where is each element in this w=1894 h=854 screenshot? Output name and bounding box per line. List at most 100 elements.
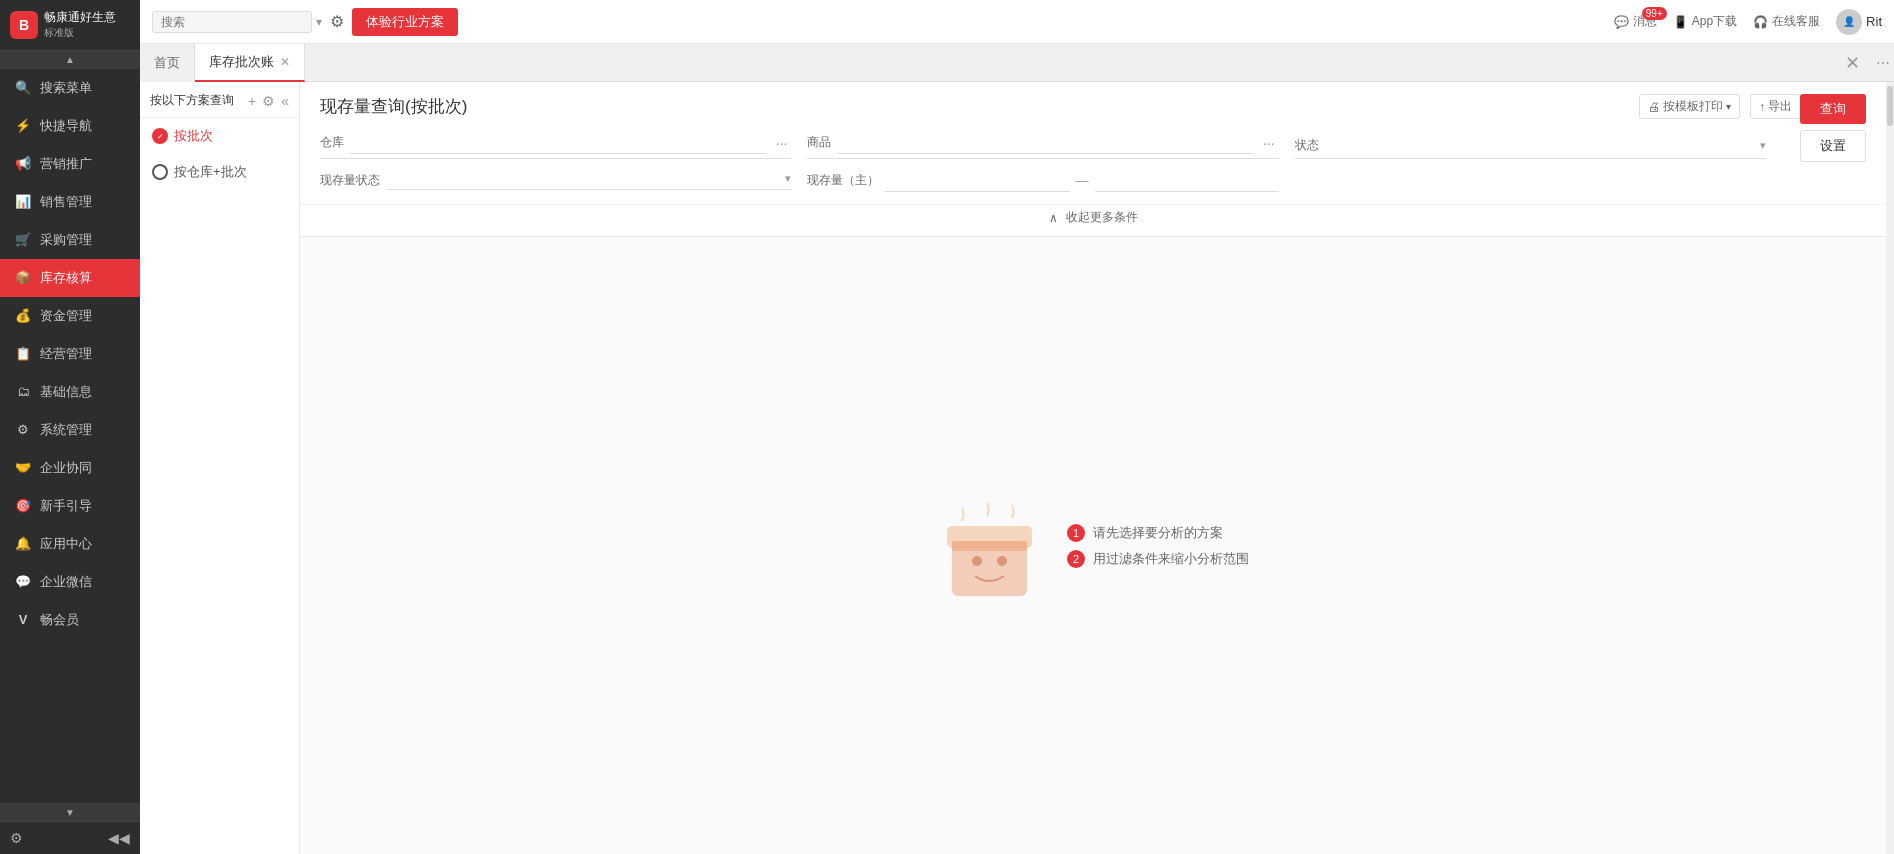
topbar-search: ▾ xyxy=(152,11,322,33)
user-area[interactable]: 👤 Rit xyxy=(1836,9,1882,35)
sidebar-footer: ⚙ ◀◀ xyxy=(0,821,140,854)
left-panel-title: 按以下方案查询 xyxy=(150,92,234,109)
app-logo: B xyxy=(10,11,38,39)
print-btn[interactable]: 🖨 按模板打印 ▾ xyxy=(1639,94,1740,119)
sidebar-item-inventory[interactable]: 📦 库存核算 xyxy=(0,259,140,297)
sidebar-header: B 畅康通好生意 标准版 xyxy=(0,0,140,51)
sidebar-item-collab[interactable]: 🤝 企业协同 xyxy=(0,449,140,487)
settings-btn[interactable]: 设置 xyxy=(1800,130,1866,162)
product-input[interactable] xyxy=(837,131,1253,154)
collab-icon: 🤝 xyxy=(14,459,32,477)
topbar-gear-btn[interactable]: ⚙ xyxy=(330,12,344,31)
left-panel-actions: + ⚙ « xyxy=(248,93,289,109)
left-panel-header: 按以下方案查询 + ⚙ « xyxy=(140,82,299,118)
tab-home-label: 首页 xyxy=(154,54,180,72)
sidebar-item-operations[interactable]: 📋 经营管理 xyxy=(0,335,140,373)
inventory-qty-label: 现存量（主） xyxy=(807,172,879,189)
settings-icon[interactable]: ⚙ xyxy=(10,830,23,846)
sidebar-item-label: 搜索菜单 xyxy=(40,79,92,97)
add-scheme-btn[interactable]: + xyxy=(248,93,256,109)
empty-illustration xyxy=(937,496,1037,596)
sidebar-item-guide[interactable]: 🎯 新手引导 xyxy=(0,487,140,525)
sidebar-item-label: 经营管理 xyxy=(40,345,92,363)
page-expand-btn[interactable]: ⋯ xyxy=(1872,55,1894,71)
sidebar-item-finance[interactable]: 💰 资金管理 xyxy=(0,297,140,335)
sidebar-scroll-down[interactable]: ▼ xyxy=(0,803,140,821)
online-service-btn[interactable]: 🎧 在线客服 xyxy=(1753,13,1820,30)
print-icon: 🖨 xyxy=(1648,100,1660,114)
sidebar-item-base-info[interactable]: 🗂 基础信息 xyxy=(0,373,140,411)
sidebar: B 畅康通好生意 标准版 ▲ 🔍 搜索菜单 ⚡ 快捷导航 📢 营销推广 📊 销售… xyxy=(0,0,140,854)
search-input[interactable] xyxy=(152,11,312,33)
system-icon: ⚙ xyxy=(14,421,32,439)
scheme-item-warehouse-batch[interactable]: 按仓库+批次 xyxy=(140,154,299,190)
scheme-item-batch[interactable]: ✓ 按批次 xyxy=(140,118,299,154)
phone-icon: 📱 xyxy=(1673,15,1688,29)
app-info: 畅康通好生意 标准版 xyxy=(44,10,116,40)
collapse-icon: ∧ xyxy=(1049,211,1058,225)
service-icon: 🎧 xyxy=(1753,15,1768,29)
online-service-label: 在线客服 xyxy=(1772,13,1820,30)
warehouse-dots-btn[interactable]: ··· xyxy=(772,135,792,151)
sidebar-item-label: 采购管理 xyxy=(40,231,92,249)
trial-btn[interactable]: 体验行业方案 xyxy=(352,8,458,36)
export-btn[interactable]: ↑ 导出 xyxy=(1750,94,1801,119)
svg-point-4 xyxy=(997,556,1007,566)
sidebar-item-label: 库存核算 xyxy=(40,269,92,287)
status-label: 状态 xyxy=(1295,137,1319,154)
page-title: 现存量查询(按批次) xyxy=(320,95,467,118)
message-icon: 💬 xyxy=(1614,15,1629,29)
sidebar-item-membership[interactable]: V 畅会员 xyxy=(0,601,140,639)
action-buttons: 查询 设置 xyxy=(1800,94,1866,162)
tab-inventory-batch[interactable]: 库存批次账 ✕ xyxy=(195,44,305,82)
sidebar-item-label: 资金管理 xyxy=(40,307,92,325)
app-company: 畅康通好生意 xyxy=(44,10,116,26)
query-btn[interactable]: 查询 xyxy=(1800,94,1866,124)
sidebar-item-label: 系统管理 xyxy=(40,421,92,439)
tab-close-btn[interactable]: ✕ xyxy=(280,56,290,68)
empty-hint-1: 1 请先选择要分析的方案 xyxy=(1067,524,1249,542)
guide-icon: 🎯 xyxy=(14,497,32,515)
product-dots-btn[interactable]: ··· xyxy=(1259,135,1279,151)
sidebar-item-label: 基础信息 xyxy=(40,383,92,401)
sidebar-item-search[interactable]: 🔍 搜索菜单 xyxy=(0,69,140,107)
inventory-qty-max-input[interactable] xyxy=(1095,169,1279,192)
scheme-dot-batch: ✓ xyxy=(152,128,168,144)
collapse-more-btn[interactable]: ∧ 收起更多条件 xyxy=(1049,209,1138,226)
sidebar-item-system[interactable]: ⚙ 系统管理 xyxy=(0,411,140,449)
collapse-sidebar-icon[interactable]: ◀◀ xyxy=(108,830,130,846)
tab-home[interactable]: 首页 xyxy=(140,44,195,82)
sidebar-scroll-up[interactable]: ▲ xyxy=(0,51,140,69)
page-close-btn[interactable]: ✕ xyxy=(1841,52,1864,74)
finance-icon: 💰 xyxy=(14,307,32,325)
sidebar-item-purchase[interactable]: 🛒 采购管理 xyxy=(0,221,140,259)
empty-hints: 1 请先选择要分析的方案 2 用过滤条件来缩小分析范围 xyxy=(1067,524,1249,568)
sidebar-item-sales[interactable]: 📊 销售管理 xyxy=(0,183,140,221)
sidebar-item-app-center[interactable]: 🔔 应用中心 xyxy=(0,525,140,563)
sidebar-item-label: 新手引导 xyxy=(40,497,92,515)
export-label: 导出 xyxy=(1768,98,1792,115)
scheme-settings-btn[interactable]: ⚙ xyxy=(262,93,275,109)
warehouse-input[interactable] xyxy=(350,131,766,154)
sidebar-item-marketing[interactable]: 📢 营销推广 xyxy=(0,145,140,183)
user-avatar-text: 👤 xyxy=(1843,16,1855,27)
app-download-btn[interactable]: 📱 App下载 xyxy=(1673,13,1737,30)
empty-content: 1 请先选择要分析的方案 2 用过滤条件来缩小分析范围 xyxy=(937,496,1249,596)
scheme-label-warehouse: 按仓库+批次 xyxy=(174,163,247,181)
marketing-icon: 📢 xyxy=(14,155,32,173)
topbar: ▾ ⚙ 体验行业方案 💬 消息 99+ 📱 App下载 🎧 在线客服 👤 xyxy=(140,0,1894,44)
messages-btn[interactable]: 💬 消息 99+ xyxy=(1614,13,1657,30)
inventory-status-select[interactable]: ▾ xyxy=(386,172,791,190)
search-icon: 🔍 xyxy=(14,79,32,97)
search-dropdown-btn[interactable]: ▾ xyxy=(316,15,322,29)
inventory-qty-min-input[interactable] xyxy=(885,169,1069,192)
scrollbar-thumb[interactable] xyxy=(1887,86,1893,126)
sidebar-item-wechat[interactable]: 💬 企业微信 xyxy=(0,563,140,601)
inventory-status-arrow: ▾ xyxy=(785,172,791,185)
svg-point-3 xyxy=(972,556,982,566)
sidebar-item-quick-nav[interactable]: ⚡ 快捷导航 xyxy=(0,107,140,145)
collapse-panel-btn[interactable]: « xyxy=(281,93,289,109)
purchase-icon: 🛒 xyxy=(14,231,32,249)
user-avatar: 👤 xyxy=(1836,9,1862,35)
tabbar: 首页 库存批次账 ✕ ✕ ⋯ xyxy=(140,44,1894,82)
